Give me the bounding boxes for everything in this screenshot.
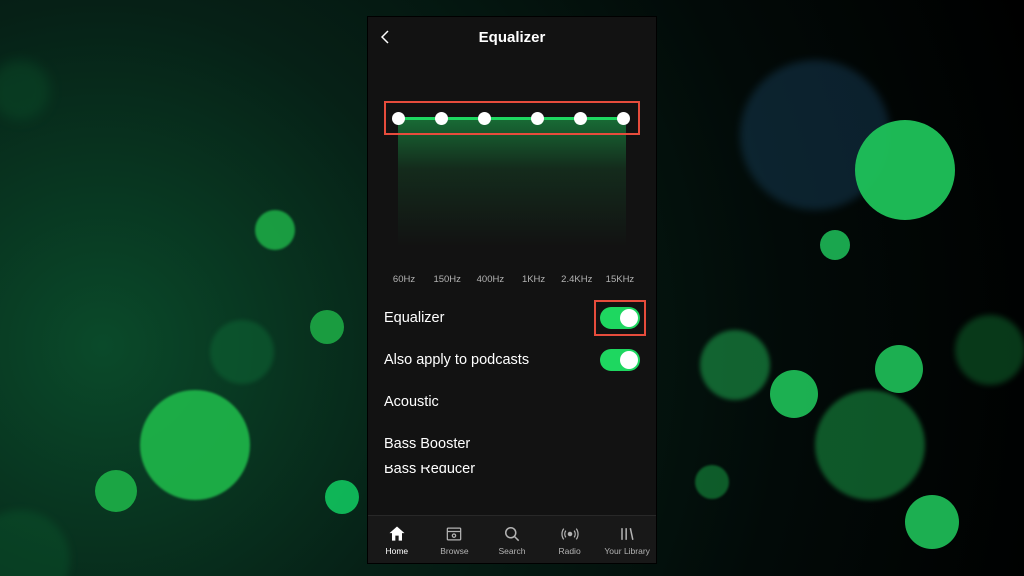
eq-band-handle[interactable] — [392, 112, 405, 125]
equalizer-graph[interactable]: 60Hz 150Hz 400Hz 1KHz 2.4KHz 15KHz — [368, 97, 656, 287]
eq-freq-label: 60Hz — [386, 274, 422, 285]
content-area: 60Hz 150Hz 400Hz 1KHz 2.4KHz 15KHz Equal… — [368, 57, 656, 515]
row-label: Also apply to podcasts — [384, 352, 529, 368]
eq-freq-label: 150Hz — [429, 274, 465, 285]
browse-icon — [444, 524, 464, 544]
row-label: Equalizer — [384, 310, 444, 326]
eq-glow — [398, 117, 626, 247]
row-preset-bass-reducer[interactable]: Bass Reducer — [368, 465, 656, 483]
tab-browse[interactable]: Browse — [426, 516, 484, 563]
tab-label: Browse — [440, 546, 468, 556]
tab-bar: Home Browse Search Radio Your Library — [368, 515, 656, 563]
page-title: Equalizer — [368, 29, 656, 46]
row-preset-acoustic[interactable]: Acoustic — [368, 381, 656, 423]
back-icon[interactable] — [378, 29, 394, 45]
eq-freq-label: 15KHz — [602, 274, 638, 285]
search-icon — [502, 524, 522, 544]
tab-home[interactable]: Home — [368, 516, 426, 563]
equalizer-toggle[interactable] — [600, 307, 640, 329]
podcasts-toggle[interactable] — [600, 349, 640, 371]
tab-search[interactable]: Search — [483, 516, 541, 563]
eq-freq-labels: 60Hz 150Hz 400Hz 1KHz 2.4KHz 15KHz — [386, 274, 638, 285]
eq-band-handle[interactable] — [478, 112, 491, 125]
eq-freq-label: 1KHz — [516, 274, 552, 285]
tab-radio[interactable]: Radio — [541, 516, 599, 563]
phone-frame: Equalizer 60Hz 150Hz 400Hz 1KHz 2.4KHz 1… — [368, 17, 656, 563]
row-label: Bass Reducer — [384, 465, 475, 477]
home-icon — [387, 524, 407, 544]
eq-band-handle[interactable] — [574, 112, 587, 125]
radio-icon — [560, 524, 580, 544]
eq-line — [398, 117, 626, 120]
eq-band-handle[interactable] — [531, 112, 544, 125]
row-equalizer-toggle[interactable]: Equalizer — [368, 297, 656, 339]
row-podcasts-toggle[interactable]: Also apply to podcasts — [368, 339, 656, 381]
row-label: Bass Booster — [384, 436, 470, 452]
tab-label: Search — [499, 546, 526, 556]
library-icon — [617, 524, 637, 544]
tab-label: Radio — [558, 546, 580, 556]
tab-label: Your Library — [604, 546, 650, 556]
row-preset-bass-booster[interactable]: Bass Booster — [368, 423, 656, 465]
toggle-wrap — [600, 307, 640, 329]
header: Equalizer — [368, 17, 656, 57]
tab-library[interactable]: Your Library — [598, 516, 656, 563]
settings-list: Equalizer Also apply to podcasts Acousti… — [368, 287, 656, 515]
row-label: Acoustic — [384, 394, 439, 410]
eq-freq-label: 2.4KHz — [559, 274, 595, 285]
tab-label: Home — [385, 546, 408, 556]
eq-band-handle[interactable] — [435, 112, 448, 125]
eq-band-handle[interactable] — [617, 112, 630, 125]
eq-freq-label: 400Hz — [472, 274, 508, 285]
